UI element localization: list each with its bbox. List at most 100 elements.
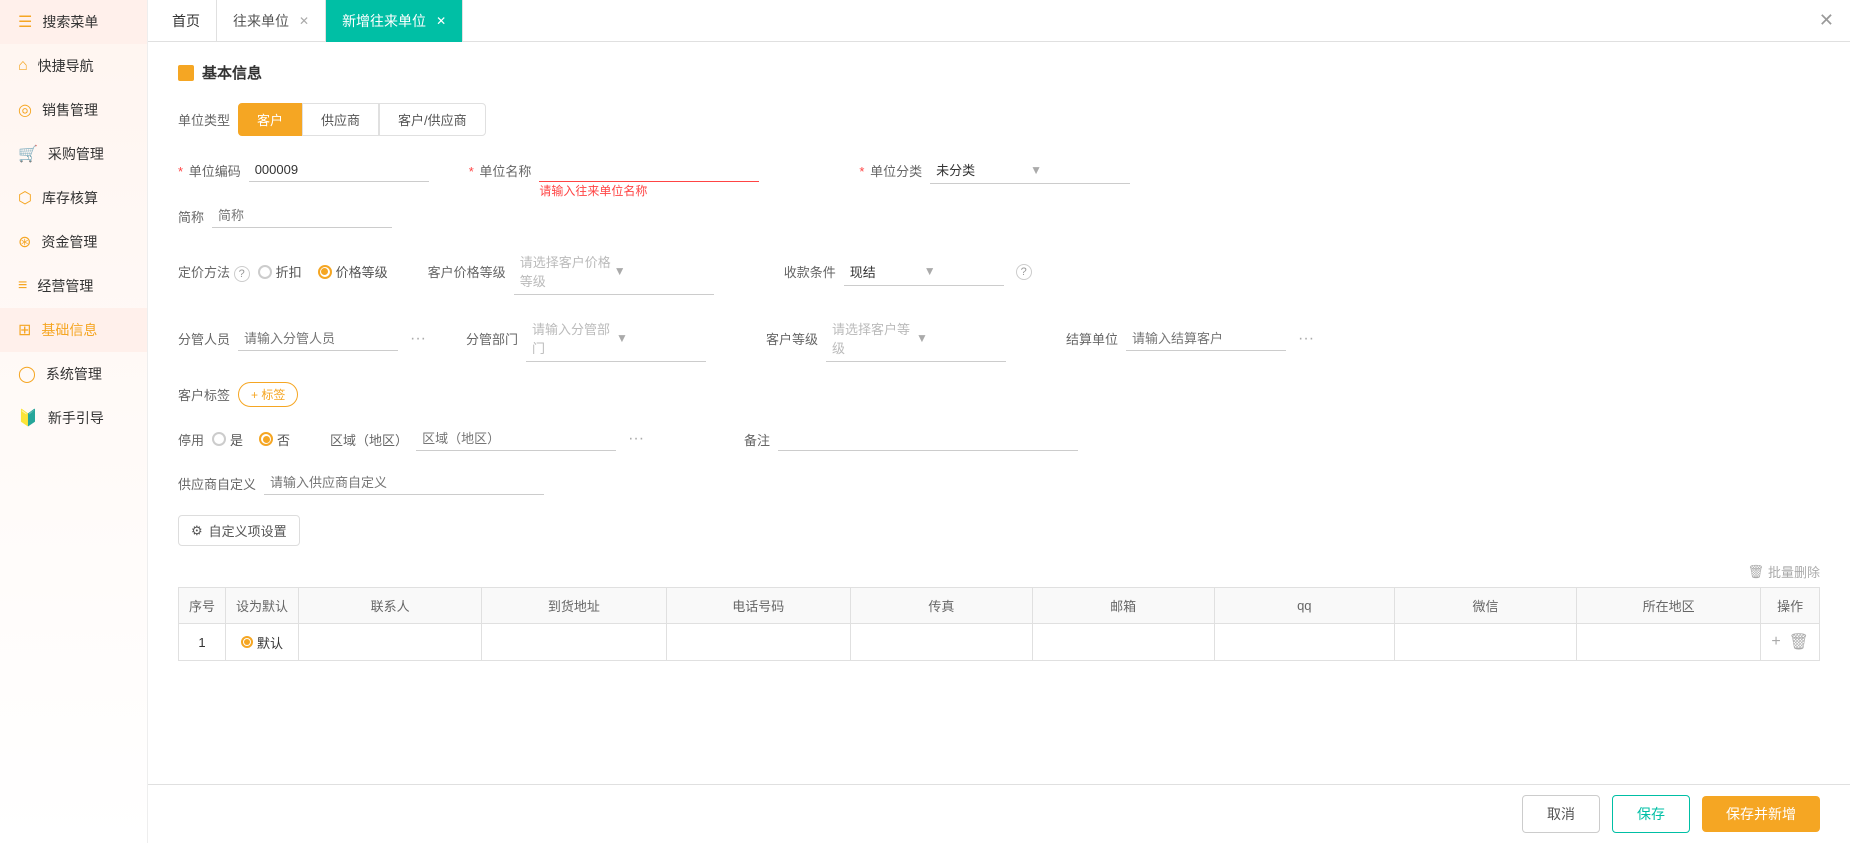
supplier-custom-group: 供应商自定义 — [178, 471, 544, 495]
sales-icon: ◎ — [18, 100, 32, 120]
code-name-row: * 单位编码 * 单位名称 请输入往来单位名称 * — [178, 156, 1820, 184]
remark-group: 备注 — [744, 427, 1078, 451]
btn-type-customer[interactable]: 客户 — [238, 103, 302, 136]
th-fax: 传真 — [850, 588, 1032, 624]
customer-price-group: 客户价格等级 请选择客户价格等级 ▼ — [428, 248, 714, 295]
td-phone — [666, 624, 850, 661]
customer-level-select[interactable]: 请选择客户等级 ▼ — [826, 315, 1006, 362]
add-tag-button[interactable]: + 标签 — [238, 382, 298, 407]
radio-price-level[interactable]: 价格等级 — [318, 262, 388, 281]
radio-price-level-dot — [321, 268, 328, 275]
settlement-input[interactable] — [1126, 327, 1286, 351]
unit-type-buttons: 客户 供应商 客户/供应商 — [238, 103, 486, 136]
trash-icon: 🗑 — [1747, 564, 1764, 580]
custom-settings-button[interactable]: ⚙ 自定义项设置 — [178, 515, 300, 546]
department-select[interactable]: 请输入分管部门 ▼ — [526, 315, 706, 362]
unit-code-input[interactable] — [249, 158, 429, 182]
th-no: 序号 — [179, 588, 226, 624]
wechat-input[interactable] — [1405, 635, 1566, 650]
sidebar-item-operations[interactable]: ≡ 经营管理 — [0, 264, 147, 308]
default-radio[interactable] — [241, 636, 253, 648]
sidebar-item-quick-nav[interactable]: ⌂ 快捷导航 — [0, 44, 147, 88]
payment-help-icon[interactable]: ? — [1016, 264, 1032, 280]
sidebar-item-inventory[interactable]: ⬡ 库存核算 — [0, 176, 147, 220]
payment-group: 收款条件 现结 ▼ ? — [784, 258, 1032, 286]
tags-row: 客户标签 + 标签 — [178, 382, 1820, 407]
customer-level-label: 客户等级 — [766, 329, 818, 348]
sidebar-item-basic-info[interactable]: ⊞ 基础信息 — [0, 308, 147, 352]
radio-no[interactable]: 否 — [259, 430, 290, 449]
td-email — [1032, 624, 1214, 661]
section-header: 基本信息 — [178, 62, 1820, 83]
unit-type-group: 单位类型 客户 供应商 客户/供应商 — [178, 103, 486, 136]
save-new-button[interactable]: 保存并新增 — [1702, 796, 1820, 832]
supplier-custom-input[interactable] — [264, 471, 544, 495]
unit-name-label: * 单位名称 — [469, 161, 532, 180]
short-name-input[interactable] — [212, 204, 392, 228]
btn-type-both[interactable]: 客户/供应商 — [379, 103, 486, 136]
purchase-icon: 🛒 — [18, 144, 38, 164]
cancel-button[interactable]: 取消 — [1522, 795, 1600, 833]
customer-price-chevron: ▼ — [614, 264, 708, 278]
batch-delete-area[interactable]: 🗑 批量删除 — [178, 562, 1820, 581]
short-name-label: 简称 — [178, 207, 204, 226]
sidebar-item-system[interactable]: ◯ 系统管理 — [0, 352, 147, 396]
region-input[interactable] — [416, 427, 616, 451]
unit-name-input[interactable] — [539, 158, 759, 182]
supplier-custom-label: 供应商自定义 — [178, 474, 256, 493]
delete-row-icon[interactable]: 🗑 — [1789, 632, 1809, 652]
tab-contacts-close[interactable]: ✕ — [299, 14, 309, 28]
table-row: 1 默认 — [179, 624, 1820, 661]
gear-icon: ⚙ — [191, 523, 203, 539]
tab-new-contact-close[interactable]: ✕ — [436, 14, 446, 28]
unit-name-error: 请输入往来单位名称 — [539, 182, 647, 199]
customer-price-select[interactable]: 请选择客户价格等级 ▼ — [514, 248, 714, 295]
sidebar-item-search[interactable]: ☰ 搜索菜单 — [0, 0, 147, 44]
department-chevron: ▼ — [616, 331, 700, 345]
pricing-group: 定价方法 ? 折扣 价格等级 — [178, 262, 388, 282]
guide-icon: 🔰 — [18, 408, 38, 428]
tab-contacts[interactable]: 往来单位 ✕ — [217, 0, 326, 42]
tab-home[interactable]: 首页 — [156, 0, 217, 42]
remark-input[interactable] — [778, 427, 1078, 451]
sidebar-item-finance[interactable]: ⊛ 资金管理 — [0, 220, 147, 264]
pricing-help-icon[interactable]: ? — [234, 266, 250, 282]
home-icon: ⌂ — [18, 57, 28, 75]
row-region-input[interactable] — [1587, 635, 1750, 650]
th-contact: 联系人 — [299, 588, 482, 624]
address-input[interactable] — [492, 635, 655, 650]
department-group: 分管部门 请输入分管部门 ▼ — [466, 315, 706, 362]
manager-row: 分管人员 ··· 分管部门 请输入分管部门 ▼ 客户等级 请选择客户等级 ▼ — [178, 315, 1820, 362]
unit-category-select[interactable]: 未分类 ▼ — [930, 156, 1130, 184]
btn-type-supplier[interactable]: 供应商 — [302, 103, 379, 136]
settlement-more-btn[interactable]: ··· — [1298, 330, 1314, 348]
radio-yes[interactable]: 是 — [212, 430, 243, 449]
pricing-radio-group: 折扣 价格等级 — [258, 262, 388, 281]
supplier-custom-row: 供应商自定义 — [178, 471, 1820, 495]
radio-discount[interactable]: 折扣 — [258, 262, 302, 281]
disabled-label: 停用 — [178, 430, 204, 449]
sidebar-item-guide[interactable]: 🔰 新手引导 — [0, 396, 147, 440]
unit-name-group: * 单位名称 请输入往来单位名称 — [469, 158, 760, 182]
td-wechat — [1395, 624, 1577, 661]
manager-more-btn[interactable]: ··· — [410, 330, 426, 348]
qq-input[interactable] — [1225, 635, 1385, 650]
save-button[interactable]: 保存 — [1612, 795, 1690, 833]
region-more-btn[interactable]: ··· — [628, 430, 644, 448]
tab-new-contact[interactable]: 新增往来单位 ✕ — [326, 0, 463, 42]
phone-input[interactable] — [677, 635, 840, 650]
close-main-button[interactable]: ✕ — [1811, 10, 1842, 31]
bottom-bar: 取消 保存 保存并新增 — [148, 784, 1850, 843]
fax-input[interactable] — [861, 635, 1022, 650]
contact-input[interactable] — [309, 635, 471, 650]
sidebar-item-sales[interactable]: ◎ 销售管理 — [0, 88, 147, 132]
th-wechat: 微信 — [1395, 588, 1577, 624]
manager-input[interactable] — [238, 327, 398, 351]
sidebar-item-purchase[interactable]: 🛒 采购管理 — [0, 132, 147, 176]
tabs-bar: 首页 往来单位 ✕ 新增往来单位 ✕ ✕ — [148, 0, 1850, 42]
email-input[interactable] — [1043, 635, 1204, 650]
default-radio-dot — [244, 639, 250, 645]
payment-select[interactable]: 现结 ▼ — [844, 258, 1004, 286]
add-row-icon[interactable]: + — [1771, 633, 1780, 651]
department-label: 分管部门 — [466, 329, 518, 348]
